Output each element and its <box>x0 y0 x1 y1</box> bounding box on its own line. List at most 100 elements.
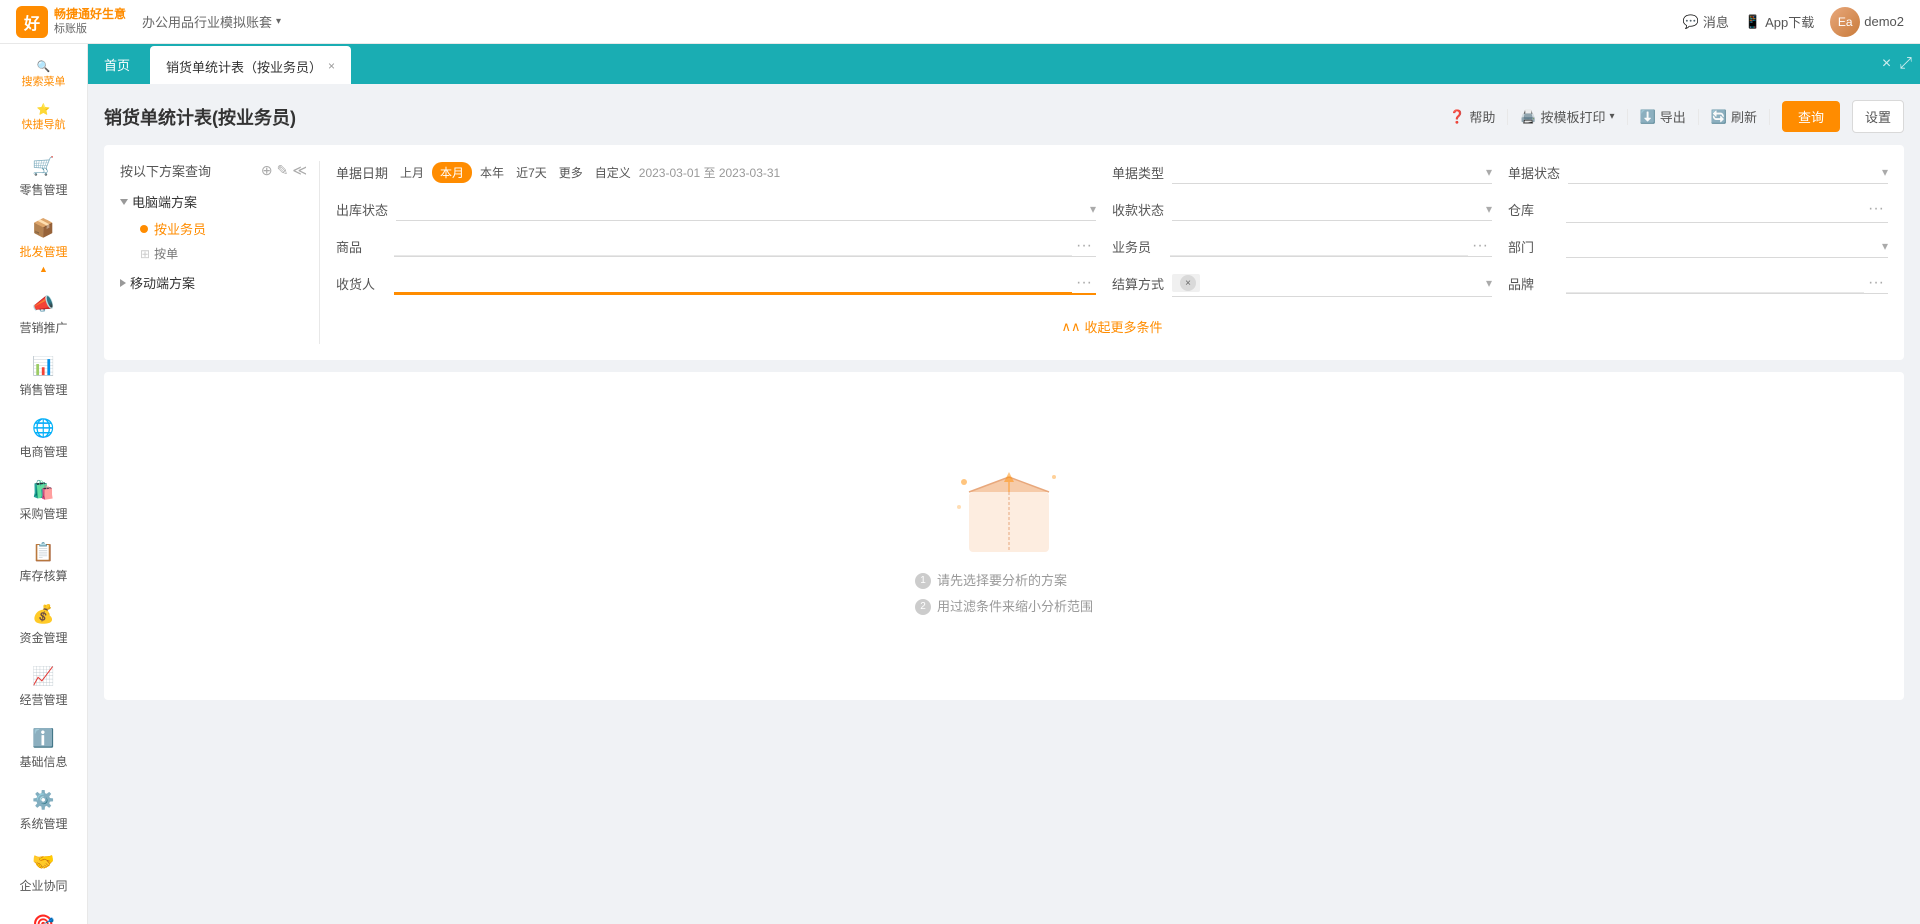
step-2-text: 用过滤条件来缩小分析范围 <box>937 594 1093 620</box>
salesman-input[interactable] <box>1170 236 1468 256</box>
warehouse-select[interactable]: ··· <box>1566 196 1888 223</box>
payment-label: 结算方式 <box>1112 274 1164 293</box>
help-label: 帮助 <box>1469 107 1495 126</box>
app-download-btn[interactable]: 📱 App下载 <box>1745 12 1814 31</box>
date-btn-last-month[interactable]: 上月 <box>396 162 428 183</box>
page-actions: ❓ 帮助 🖨️ 按模板打印 ▾ ⬇️ 导出 <box>1449 100 1904 133</box>
sidebar-item-operations[interactable]: 📈 经营管理 <box>0 656 87 718</box>
settings-btn[interactable]: 设置 <box>1852 100 1904 133</box>
payment-clear-btn[interactable]: × <box>1180 275 1196 291</box>
sidebar-item-wholesale[interactable]: 📦 批发管理 ▲ <box>0 208 87 284</box>
warehouse-dots-icon[interactable]: ··· <box>1864 200 1888 218</box>
sidebar-item-system-label: 系统管理 <box>19 815 67 832</box>
sidebar-item-guide[interactable]: 🎯 新手引导 <box>0 904 87 924</box>
template-print-btn[interactable]: 🖨️ 按模板打印 ▾ <box>1520 107 1614 126</box>
sidebar-search-label: 搜索菜单 <box>4 73 83 89</box>
goods-input[interactable] <box>394 236 1072 256</box>
sidebar-item-system[interactable]: ⚙️ 系统管理 <box>0 780 87 842</box>
brand-input[interactable] <box>1566 273 1864 293</box>
tab-close-btn[interactable]: × <box>328 59 335 73</box>
page-content: 销货单统计表(按业务员) ❓ 帮助 🖨️ 按模板打印 ▾ ⬇️ <box>88 84 1920 924</box>
shipstatus-select[interactable]: ▾ <box>396 198 1096 221</box>
message-btn[interactable]: 💬 消息 <box>1683 12 1729 31</box>
sidebar-nav[interactable]: ⭐ 快捷导航 <box>0 97 87 138</box>
scheme-collapse-btn[interactable]: ≪ <box>292 162 307 179</box>
receiver-dots-icon[interactable]: ··· <box>1072 274 1096 292</box>
sidebar-item-basic[interactable]: ℹ️ 基础信息 <box>0 718 87 780</box>
basic-icon: ℹ️ <box>32 728 54 749</box>
date-btn-7days[interactable]: 近7天 <box>512 162 551 183</box>
scheme-sub: ⊞ 按单 <box>120 242 307 265</box>
sidebar-item-retail-label: 零售管理 <box>19 181 67 198</box>
sidebar-search[interactable]: 🔍 搜索菜单 <box>0 52 87 97</box>
sidebar-item-ecommerce[interactable]: 🌐 电商管理 <box>0 408 87 470</box>
scheme-item-salesman-label: 按业务员 <box>154 219 206 238</box>
filter-docstatus-field: 单据状态 ▾ <box>1508 161 1888 184</box>
help-icon: ❓ <box>1449 109 1465 125</box>
divider-2 <box>1627 109 1628 125</box>
expand-arrow-icon <box>120 199 128 205</box>
recvstatus-select[interactable]: ▾ <box>1172 198 1492 221</box>
refresh-label: 刷新 <box>1731 107 1757 126</box>
sidebar-item-collab[interactable]: 🤝 企业协同 <box>0 842 87 904</box>
scheme-add-btn[interactable]: ⊕ <box>261 162 273 179</box>
scheme-sub-item-order[interactable]: ⊞ 按单 <box>140 242 307 265</box>
tab-home[interactable]: 首页 <box>88 44 146 84</box>
sidebar-item-retail[interactable]: 🛒 零售管理 <box>0 146 87 208</box>
docstatus-select[interactable]: ▾ <box>1568 161 1888 184</box>
app-selector[interactable]: 办公用品行业模拟账套 ▾ <box>134 8 289 35</box>
filter-recvstatus-field: 收款状态 ▾ <box>1112 198 1492 221</box>
tab-maximize-btn[interactable]: ⤢ <box>1899 55 1912 73</box>
date-btn-more[interactable]: 更多 <box>555 162 587 183</box>
shipstatus-chevron-icon: ▾ <box>1090 202 1096 216</box>
query-btn[interactable]: 查询 <box>1782 101 1840 132</box>
payment-select[interactable]: × ▾ <box>1172 270 1492 297</box>
sidebar-item-purchase[interactable]: 🛍️ 采购管理 <box>0 470 87 532</box>
sidebar-item-sales[interactable]: 📊 销售管理 <box>0 346 87 408</box>
sidebar-item-finance[interactable]: 💰 资金管理 <box>0 594 87 656</box>
divider-4 <box>1769 109 1770 125</box>
receiver-input[interactable] <box>394 273 1072 293</box>
active-indicator <box>140 225 148 233</box>
sidebar-item-inventory-label: 库存核算 <box>19 567 67 584</box>
date-btn-this-year[interactable]: 本年 <box>476 162 508 183</box>
dept-select[interactable]: ▾ <box>1566 235 1888 258</box>
help-btn[interactable]: ❓ 帮助 <box>1449 107 1495 126</box>
collapse-up-icon: ∧∧ <box>1061 319 1080 335</box>
sidebar: 🔍 搜索菜单 ⭐ 快捷导航 🛒 零售管理 📦 批发管理 ▲ 📣 营销推广 📊 销… <box>0 44 88 924</box>
goods-dots-icon[interactable]: ··· <box>1072 237 1096 255</box>
filter-row-4: 收货人 ··· 结算方式 × <box>336 270 1888 297</box>
sidebar-item-inventory[interactable]: 📋 库存核算 <box>0 532 87 594</box>
brand-label: 品牌 <box>1508 274 1558 293</box>
collapse-arrow-icon <box>120 279 126 287</box>
refresh-btn[interactable]: 🔄 刷新 <box>1711 107 1757 126</box>
message-icon: 💬 <box>1683 14 1699 30</box>
brand-dots-icon[interactable]: ··· <box>1864 274 1888 292</box>
scheme-group-mobile-header[interactable]: 移动端方案 <box>120 269 307 296</box>
tab-minimize-btn[interactable]: × <box>1882 55 1891 73</box>
content-area: 首页 销货单统计表（按业务员） × × ⤢ 销货单统计表(按业务员) ❓ 帮助 <box>88 44 1920 924</box>
date-btn-this-month[interactable]: 本月 <box>432 162 472 183</box>
ecommerce-icon: 🌐 <box>32 418 54 439</box>
scheme-group-desktop-label: 电脑端方案 <box>132 192 197 211</box>
sidebar-item-finance-label: 资金管理 <box>19 629 67 646</box>
collapse-btn[interactable]: ∧∧ 收起更多条件 <box>336 309 1888 344</box>
chevron-down-icon: ▾ <box>276 16 281 27</box>
export-btn[interactable]: ⬇️ 导出 <box>1640 107 1686 126</box>
recvstatus-chevron-icon: ▾ <box>1486 202 1492 216</box>
tab-active[interactable]: 销货单统计表（按业务员） × <box>150 46 351 86</box>
sidebar-item-marketing[interactable]: 📣 营销推广 <box>0 284 87 346</box>
scheme-group-desktop: 电脑端方案 按业务员 ⊞ 按单 <box>120 188 307 265</box>
user-name: demo2 <box>1864 14 1904 29</box>
filter-shipstatus-field: 出库状态 ▾ <box>336 198 1096 221</box>
recvstatus-label: 收款状态 <box>1112 200 1164 219</box>
salesman-dots-icon[interactable]: ··· <box>1468 237 1492 255</box>
doctype-select[interactable]: ▾ <box>1172 161 1492 184</box>
date-btn-custom[interactable]: 自定义 <box>591 162 635 183</box>
dept-label: 部门 <box>1508 237 1558 256</box>
scheme-item-salesman[interactable]: 按业务员 <box>120 215 307 242</box>
scheme-edit-btn[interactable]: ✎ <box>277 162 289 179</box>
scheme-group-desktop-header[interactable]: 电脑端方案 <box>120 188 307 215</box>
user-area[interactable]: Ea demo2 <box>1830 7 1904 37</box>
filter-brand-field: 品牌 ··· <box>1508 273 1888 294</box>
